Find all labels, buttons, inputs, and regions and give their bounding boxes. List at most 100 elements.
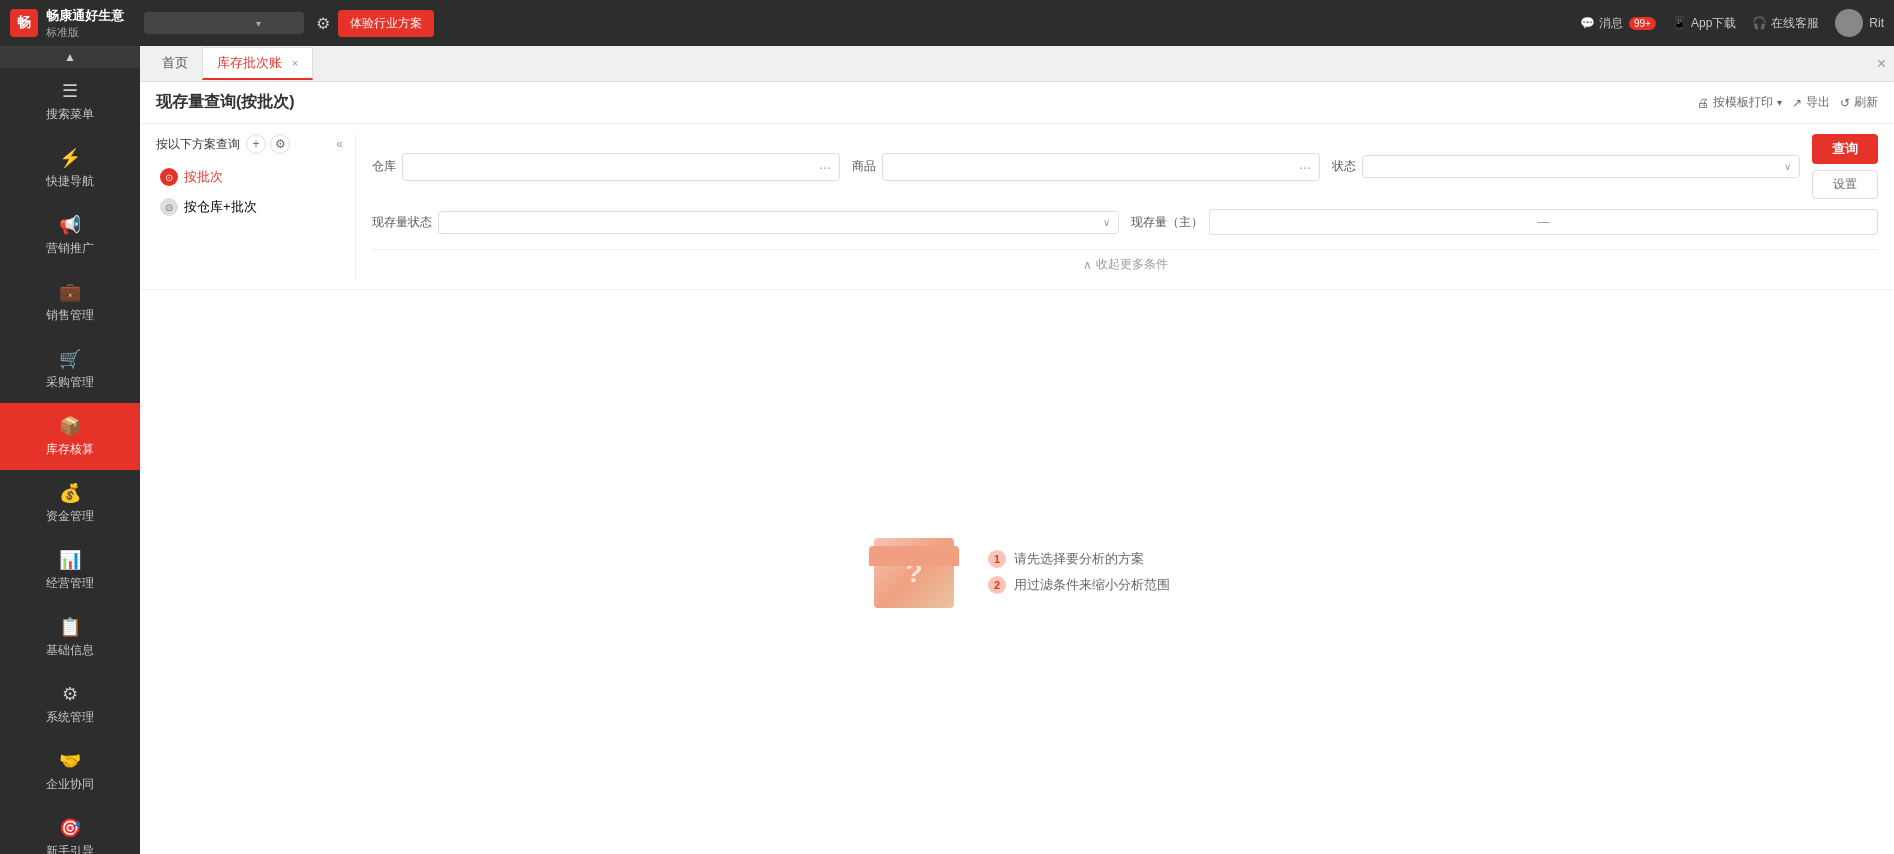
print-chevron-icon: ▾ bbox=[1777, 97, 1782, 108]
hint-num-1: 1 bbox=[988, 550, 1006, 568]
message-icon: 💬 bbox=[1580, 16, 1595, 30]
sidebar-label-inventory: 库存核算 bbox=[46, 441, 94, 458]
warehouse-input[interactable]: ··· bbox=[402, 153, 840, 181]
inventory-icon: 📦 bbox=[59, 415, 81, 437]
sidebar-item-search-menu[interactable]: ☰ 搜索菜单 bbox=[0, 68, 140, 135]
empty-state: 1 请先选择要分析的方案 2 用过滤条件来缩小分析范围 bbox=[140, 290, 1894, 854]
basics-icon: 📋 bbox=[59, 616, 81, 638]
filter-panel: 按以下方案查询 + ⚙ « ⊙ 按批次 bbox=[140, 124, 1894, 290]
tab-bar-close-btn[interactable]: × bbox=[1877, 55, 1886, 73]
tab-bar: 首页 库存批次账 × × bbox=[140, 46, 1894, 82]
empty-hints: 1 请先选择要分析的方案 2 用过滤条件来缩小分析范围 bbox=[988, 550, 1170, 594]
schema-icon-batch: ⊙ bbox=[160, 168, 178, 186]
purchase-icon: 🛒 bbox=[59, 348, 81, 370]
search-dropdown-icon[interactable]: ▾ bbox=[256, 18, 261, 29]
sidebar-label-enterprise: 企业协同 bbox=[46, 776, 94, 793]
marketing-icon: 📢 bbox=[59, 214, 81, 236]
tab-inventory-batch[interactable]: 库存批次账 × bbox=[202, 47, 313, 80]
sidebar-item-inventory[interactable]: 📦 库存核算 bbox=[0, 403, 140, 470]
topbar-search-input[interactable] bbox=[152, 16, 252, 30]
sidebar-item-enterprise[interactable]: 🤝 企业协同 bbox=[0, 738, 140, 805]
sidebar-item-marketing[interactable]: 📢 营销推广 bbox=[0, 202, 140, 269]
username: Rit bbox=[1869, 16, 1884, 30]
sidebar-item-sales[interactable]: 💼 销售管理 bbox=[0, 269, 140, 336]
goods-input[interactable]: ··· bbox=[882, 153, 1320, 181]
filter-schema-settings-btn[interactable]: ⚙ bbox=[270, 134, 290, 154]
schema-icon-warehouse-batch: ⊙ bbox=[160, 198, 178, 216]
filter-row-2: 现存量状态 ∨ 现存量（主） — bbox=[372, 209, 1878, 235]
topbar-right: 💬 消息 99+ 📱 App下载 🎧 在线客服 Rit bbox=[1580, 9, 1884, 37]
filter-add-btn[interactable]: + bbox=[246, 134, 266, 154]
schema-item-batch[interactable]: ⊙ 按批次 bbox=[156, 162, 343, 192]
online-service-btn[interactable]: 🎧 在线客服 bbox=[1752, 15, 1819, 32]
warehouse-dots[interactable]: ··· bbox=[819, 159, 831, 175]
filter-field-warehouse: 仓库 ··· bbox=[372, 153, 840, 181]
status-input[interactable]: ∨ bbox=[1362, 155, 1800, 178]
print-icon: 🖨 bbox=[1697, 96, 1709, 110]
sidebar-item-finance[interactable]: 💰 资金管理 bbox=[0, 470, 140, 537]
app-edition: 标准版 bbox=[46, 25, 128, 40]
sidebar-item-operation[interactable]: 📊 经营管理 bbox=[0, 537, 140, 604]
user-area[interactable]: Rit bbox=[1835, 9, 1884, 37]
messages-btn[interactable]: 💬 消息 99+ bbox=[1580, 15, 1656, 32]
filter-field-goods: 商品 ··· bbox=[852, 153, 1320, 181]
sidebar-item-basics[interactable]: 📋 基础信息 bbox=[0, 604, 140, 671]
print-btn[interactable]: 🖨 按模板打印 ▾ bbox=[1697, 94, 1782, 111]
quick-nav-icon: ⚡ bbox=[59, 147, 81, 169]
page-header: 现存量查询(按批次) 🖨 按模板打印 ▾ ↗ 导出 ↺ 刷新 bbox=[140, 82, 1894, 124]
stock-status-chevron-icon: ∨ bbox=[1103, 217, 1110, 228]
settings-btn[interactable]: 设置 bbox=[1812, 170, 1878, 199]
enterprise-icon: 🤝 bbox=[59, 750, 81, 772]
refresh-btn[interactable]: ↺ 刷新 bbox=[1840, 94, 1878, 111]
filter-field-status: 状态 ∨ bbox=[1332, 155, 1800, 178]
sidebar-label-sales: 销售管理 bbox=[46, 307, 94, 324]
empty-illustration bbox=[864, 522, 964, 622]
filter-gear-icon: ⚙ bbox=[275, 137, 286, 151]
topbar-gear-icon[interactable]: ⚙ bbox=[316, 14, 330, 33]
avatar bbox=[1835, 9, 1863, 37]
schema-item-warehouse-batch[interactable]: ⊙ 按仓库+批次 bbox=[156, 192, 343, 222]
sidebar: ▲ ☰ 搜索菜单 ⚡ 快捷导航 📢 营销推广 💼 销售管理 🛒 采购管理 📦 库… bbox=[0, 46, 140, 854]
filter-collapse-row[interactable]: ∧ 收起更多条件 bbox=[372, 249, 1878, 279]
export-btn[interactable]: ↗ 导出 bbox=[1792, 94, 1830, 111]
sales-icon: 💼 bbox=[59, 281, 81, 303]
query-btn[interactable]: 查询 bbox=[1812, 134, 1878, 164]
status-chevron-icon: ∨ bbox=[1784, 161, 1791, 172]
sidebar-scroll-up[interactable]: ▲ bbox=[0, 46, 140, 68]
tab-close-btn[interactable]: × bbox=[292, 57, 298, 69]
sidebar-label-finance: 资金管理 bbox=[46, 508, 94, 525]
empty-hint-1: 1 请先选择要分析的方案 bbox=[988, 550, 1170, 568]
sidebar-item-system[interactable]: ⚙ 系统管理 bbox=[0, 671, 140, 738]
filter-field-stock-status: 现存量状态 ∨ bbox=[372, 211, 1119, 234]
hint-num-2: 2 bbox=[988, 576, 1006, 594]
sidebar-label-purchase: 采购管理 bbox=[46, 374, 94, 391]
page-content: 现存量查询(按批次) 🖨 按模板打印 ▾ ↗ 导出 ↺ 刷新 bbox=[140, 82, 1894, 854]
sidebar-item-purchase[interactable]: 🛒 采购管理 bbox=[0, 336, 140, 403]
tab-home[interactable]: 首页 bbox=[148, 48, 202, 80]
experience-btn[interactable]: 体验行业方案 bbox=[338, 10, 434, 37]
sidebar-label-search-menu: 搜索菜单 bbox=[46, 106, 94, 123]
operation-icon: 📊 bbox=[59, 549, 81, 571]
sidebar-item-newbie[interactable]: 🎯 新手引导 bbox=[0, 805, 140, 854]
page-title: 现存量查询(按批次) bbox=[156, 92, 295, 113]
app-download-icon: 📱 bbox=[1672, 16, 1687, 30]
empty-box bbox=[874, 538, 954, 608]
filter-collapse-left-btn[interactable]: « bbox=[336, 137, 343, 151]
refresh-icon: ↺ bbox=[1840, 96, 1850, 110]
app-download-btn[interactable]: 📱 App下载 bbox=[1672, 15, 1736, 32]
stock-qty-input[interactable]: — bbox=[1209, 209, 1878, 235]
filter-right: 仓库 ··· 商品 ··· bbox=[356, 134, 1878, 279]
main-layout: ▲ ☰ 搜索菜单 ⚡ 快捷导航 📢 营销推广 💼 销售管理 🛒 采购管理 📦 库… bbox=[0, 46, 1894, 854]
search-menu-icon: ☰ bbox=[62, 80, 78, 102]
goods-dots[interactable]: ··· bbox=[1299, 159, 1311, 175]
empty-box-lid bbox=[869, 546, 959, 566]
topbar-search-area[interactable]: ▾ bbox=[144, 12, 304, 34]
empty-hint-2: 2 用过滤条件来缩小分析范围 bbox=[988, 576, 1170, 594]
filter-row-1: 仓库 ··· 商品 ··· bbox=[372, 134, 1878, 199]
sidebar-item-quick-nav[interactable]: ⚡ 快捷导航 bbox=[0, 135, 140, 202]
topbar: 畅 畅康通好生意 标准版 ▾ ⚙ 体验行业方案 💬 消息 99+ 📱 App下载… bbox=[0, 0, 1894, 46]
messages-badge: 99+ bbox=[1629, 17, 1656, 30]
stock-status-input[interactable]: ∨ bbox=[438, 211, 1119, 234]
newbie-icon: 🎯 bbox=[59, 817, 81, 839]
content-area: 首页 库存批次账 × × 现存量查询(按批次) 🖨 按模板打印 ▾ bbox=[140, 46, 1894, 854]
